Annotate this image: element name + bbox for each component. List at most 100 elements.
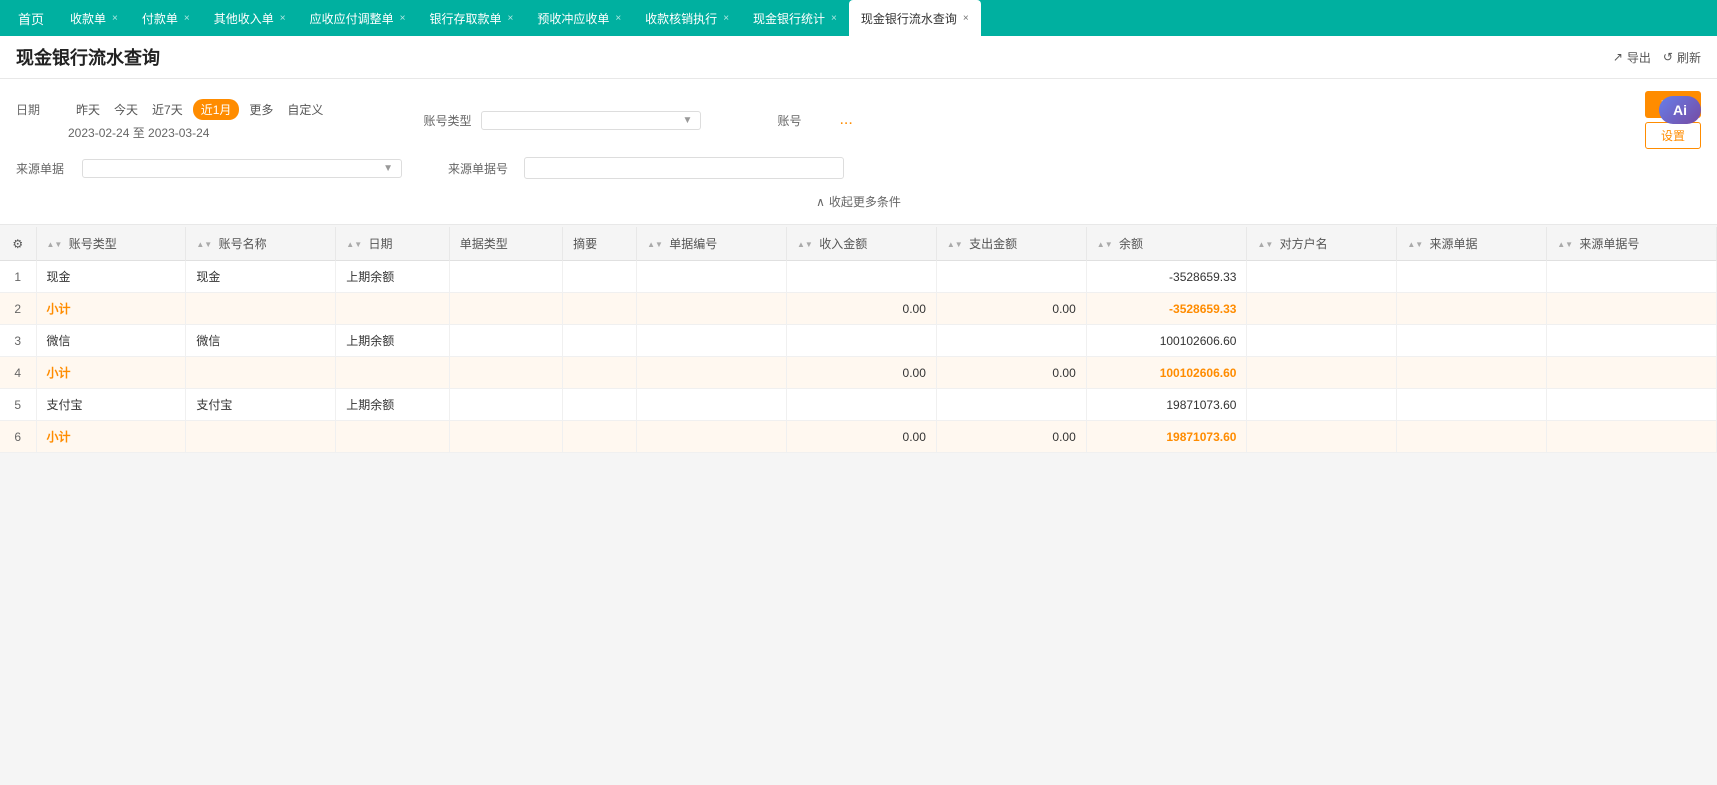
sort-icon7: ▲▼ [1097, 241, 1113, 249]
cell-income: 0.00 [787, 293, 937, 325]
cell-date: 上期余额 [336, 261, 449, 293]
th-source-doc-no[interactable]: ▲▼ 来源单据号 [1547, 227, 1717, 261]
th-doc-type[interactable]: 单据类型 [449, 227, 562, 261]
cell-doc-type [449, 357, 562, 389]
refresh-button[interactable]: ↺ 刷新 [1663, 49, 1701, 66]
th-income[interactable]: ▲▼ 收入金额 [787, 227, 937, 261]
table-row[interactable]: 4小计0.000.00100102606.60 [0, 357, 1717, 389]
cell-counterpart [1247, 261, 1397, 293]
cell-account-name [186, 421, 336, 453]
ai-badge[interactable]: Ai [1659, 96, 1701, 124]
cell-counterpart [1247, 421, 1397, 453]
source-doc-label: 来源单据 [16, 160, 66, 177]
cell-expense: 0.00 [936, 357, 1086, 389]
cell-doc-type [449, 389, 562, 421]
tab-shoukuandan[interactable]: 收款单 × [58, 0, 130, 36]
sort-icon10: ▲▼ [1557, 241, 1573, 249]
date-range-display: 2023-02-24 至 2023-03-24 [68, 124, 209, 141]
close-tab-1[interactable]: × [184, 13, 190, 24]
th-balance[interactable]: ▲▼ 余额 [1086, 227, 1247, 261]
cell-balance: 100102606.60 [1086, 357, 1247, 389]
cell-summary [563, 389, 637, 421]
shortcut-more[interactable]: 更多 [245, 99, 277, 120]
close-tab-5[interactable]: × [615, 13, 621, 24]
cell-counterpart [1247, 325, 1397, 357]
refresh-icon: ↺ [1663, 50, 1673, 64]
th-date[interactable]: ▲▼ 日期 [336, 227, 449, 261]
sort-icon8: ▲▼ [1257, 241, 1273, 249]
collapse-button[interactable]: ∧ 收起更多条件 [816, 193, 901, 210]
close-tab-0[interactable]: × [112, 13, 118, 24]
th-gear[interactable]: ⚙ [0, 227, 36, 261]
th-expense[interactable]: ▲▼ 支出金额 [936, 227, 1086, 261]
sort-icon2: ▲▼ [196, 241, 212, 249]
tab-yushoudan[interactable]: 预收冲应收单 × [525, 0, 633, 36]
table-row[interactable]: 1现金现金上期余额-3528659.33 [0, 261, 1717, 293]
th-source-doc[interactable]: ▲▼ 来源单据 [1397, 227, 1547, 261]
table-row[interactable]: 3微信微信上期余额100102606.60 [0, 325, 1717, 357]
sort-icon6: ▲▼ [947, 241, 963, 249]
cell-source-doc [1397, 261, 1547, 293]
cell-source-doc-no [1547, 389, 1717, 421]
cell-summary [563, 261, 637, 293]
source-doc-no-input[interactable] [524, 157, 844, 179]
table-container: ⚙ ▲▼ 账号类型 ▲▼ 账号名称 ▲▼ 日期 单据类型 摘要 [0, 227, 1717, 453]
table-row[interactable]: 5支付宝支付宝上期余额19871073.60 [0, 389, 1717, 421]
cell-doc-no [637, 389, 787, 421]
export-button[interactable]: ↗ 导出 [1613, 49, 1651, 66]
cell-account-type: 小计 [36, 421, 186, 453]
cell-date [336, 421, 449, 453]
th-account-type[interactable]: ▲▼ 账号类型 [36, 227, 186, 261]
th-doc-no[interactable]: ▲▼ 单据编号 [637, 227, 787, 261]
cell-balance: 19871073.60 [1086, 421, 1247, 453]
cell-expense [936, 325, 1086, 357]
cell-income [787, 389, 937, 421]
cell-counterpart [1247, 293, 1397, 325]
cell-account-type: 小计 [36, 293, 186, 325]
tab-fukuandan[interactable]: 付款单 × [130, 0, 202, 36]
tab-xianjinyinhangliushui[interactable]: 现金银行流水查询 × [849, 0, 981, 36]
settings-button[interactable]: 设置 [1645, 122, 1701, 149]
shortcut-1month[interactable]: 近1月 [193, 99, 240, 120]
nav-home[interactable]: 首页 [4, 9, 58, 28]
tab-xianjinyinhangtongjj[interactable]: 现金银行统计 × [741, 0, 849, 36]
nav-bar: 首页 收款单 × 付款单 × 其他收入单 × 应收应付调整单 × 银行存取款单 … [0, 0, 1717, 36]
shortcut-7days[interactable]: 近7天 [148, 99, 187, 120]
close-tab-6[interactable]: × [723, 13, 729, 24]
shortcut-today[interactable]: 今天 [110, 99, 142, 120]
shortcut-custom[interactable]: 自定义 [283, 99, 327, 120]
tab-qitashouruid[interactable]: 其他收入单 × [202, 0, 298, 36]
cell-doc-no [637, 261, 787, 293]
cell-account-name [186, 357, 336, 389]
table-header-row: ⚙ ▲▼ 账号类型 ▲▼ 账号名称 ▲▼ 日期 单据类型 摘要 [0, 227, 1717, 261]
account-dots-button[interactable]: ... [835, 111, 856, 129]
cell-doc-no [637, 421, 787, 453]
cell-source-doc-no [1547, 421, 1717, 453]
tab-yinhangcunqudan[interactable]: 银行存取款单 × [417, 0, 525, 36]
close-tab-7[interactable]: × [831, 13, 837, 24]
tab-yingshouyingfutiaozhendan[interactable]: 应收应付调整单 × [298, 0, 418, 36]
account-type-select[interactable]: ▼ [481, 111, 701, 130]
cell-date [336, 357, 449, 389]
close-tab-4[interactable]: × [507, 13, 513, 24]
cell-expense [936, 261, 1086, 293]
th-account-name[interactable]: ▲▼ 账号名称 [186, 227, 336, 261]
tab-shoukuanzhixing[interactable]: 收款核销执行 × [633, 0, 741, 36]
th-counterpart[interactable]: ▲▼ 对方户名 [1247, 227, 1397, 261]
cell-doc-type [449, 421, 562, 453]
th-summary[interactable]: 摘要 [563, 227, 637, 261]
cell-source-doc [1397, 357, 1547, 389]
close-tab-3[interactable]: × [400, 13, 406, 24]
shortcut-yesterday[interactable]: 昨天 [72, 99, 104, 120]
table-row[interactable]: 2小计0.000.00-3528659.33 [0, 293, 1717, 325]
close-tab-2[interactable]: × [280, 13, 286, 24]
sort-icon5: ▲▼ [797, 241, 813, 249]
cell-account-type: 支付宝 [36, 389, 186, 421]
source-doc-select[interactable]: ▼ [82, 159, 402, 178]
table-row[interactable]: 6小计0.000.0019871073.60 [0, 421, 1717, 453]
cell-doc-no [637, 325, 787, 357]
close-tab-8[interactable]: × [963, 13, 969, 24]
filter-row-source: 来源单据 ▼ 来源单据号 [16, 157, 1701, 179]
cell-source-doc [1397, 389, 1547, 421]
cell-source-doc-no [1547, 357, 1717, 389]
